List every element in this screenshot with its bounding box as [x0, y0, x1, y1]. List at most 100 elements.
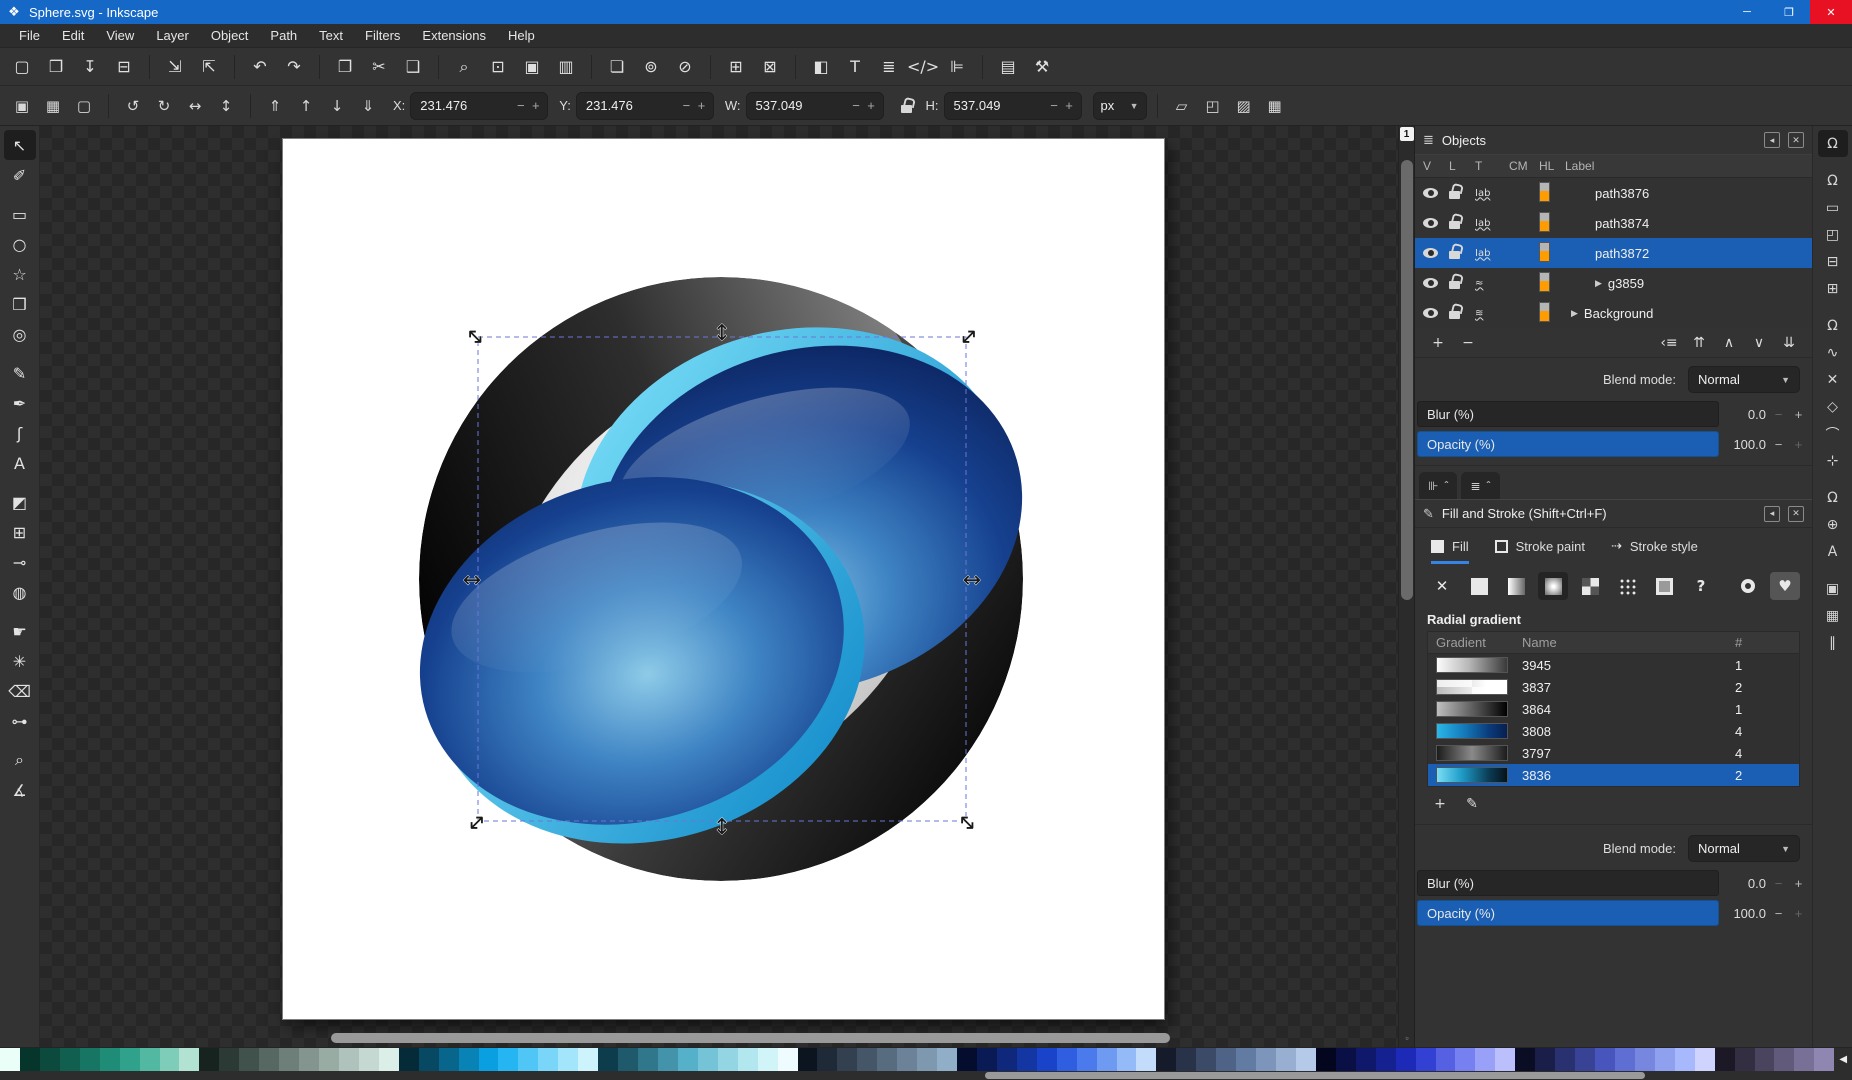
snap-bounding-box-button[interactable]: Ω — [1818, 167, 1848, 194]
document-properties-button[interactable]: ▤ — [992, 52, 1024, 82]
object-label-cell[interactable]: path3876 — [1565, 178, 1812, 208]
menu-filters[interactable]: Filters — [354, 24, 411, 48]
close-button[interactable]: ✕ — [1810, 0, 1852, 24]
zoom-tool[interactable]: ⌕ — [4, 745, 36, 775]
palette-swatch-56[interactable] — [1117, 1048, 1137, 1071]
add-object-button[interactable]: + — [1425, 331, 1451, 355]
node-tool[interactable]: ✐ — [4, 160, 36, 190]
tab-stroke-style[interactable]: ⇢Stroke style — [1611, 538, 1698, 564]
visibility-toggle-icon[interactable] — [1423, 246, 1449, 261]
undock-panel-icon[interactable]: ◂ — [1764, 506, 1780, 522]
x-decrement-button[interactable]: − — [513, 98, 528, 113]
palette-swatch-35[interactable] — [698, 1048, 718, 1071]
palette-swatch-84[interactable] — [1675, 1048, 1695, 1071]
cut-button[interactable]: ✂ — [363, 52, 395, 82]
palette-swatch-27[interactable] — [538, 1048, 558, 1071]
w-input[interactable]: 537.049 − + — [746, 92, 884, 120]
palette-swatch-26[interactable] — [518, 1048, 538, 1071]
spiral-tool[interactable]: ◎ — [4, 319, 36, 349]
align-distribute-tab[interactable]: ⊪ˆ — [1419, 472, 1457, 499]
palette-scroll-left-icon[interactable]: ◀ — [1834, 1048, 1852, 1071]
remove-object-button[interactable]: − — [1455, 331, 1481, 355]
palette-swatch-6[interactable] — [120, 1048, 140, 1071]
fill-rule-nonzero-button[interactable]: ♥ — [1770, 572, 1800, 600]
zoom-page-button[interactable]: ▣ — [516, 52, 548, 82]
snap-grids-button[interactable]: ▦ — [1818, 602, 1848, 629]
text-dialog-button[interactable]: T — [839, 52, 871, 82]
document-page[interactable]: ↔ ↔ ↔ ↔ ↕ ↕ ↔ ↔ — [283, 139, 1164, 1019]
menu-text[interactable]: Text — [308, 24, 354, 48]
palette-swatch-1[interactable] — [20, 1048, 40, 1071]
palette-swatch-37[interactable] — [738, 1048, 758, 1071]
save-document-button[interactable]: ↧ — [74, 52, 106, 82]
h-decrement-button[interactable]: − — [1047, 98, 1062, 113]
palette-swatch-16[interactable] — [319, 1048, 339, 1071]
palette-swatch-18[interactable] — [359, 1048, 379, 1071]
palette-swatch-72[interactable] — [1436, 1048, 1456, 1071]
import-document-button[interactable]: ⇲ — [159, 52, 191, 82]
palette-swatch-3[interactable] — [60, 1048, 80, 1071]
snap-bbox-edges-button[interactable]: ▭ — [1818, 194, 1848, 221]
snap-bbox-edge-midpoints-button[interactable]: ⊟ — [1818, 248, 1848, 275]
palette-swatch-79[interactable] — [1575, 1048, 1595, 1071]
y-decrement-button[interactable]: − — [679, 98, 694, 113]
palette-swatch-74[interactable] — [1475, 1048, 1495, 1071]
group-objects-button[interactable]: ⊞ — [720, 52, 752, 82]
lock-toggle-icon[interactable] — [1449, 274, 1475, 292]
fill-stroke-dialog-button[interactable]: ◧ — [805, 52, 837, 82]
fill-rule-evenodd-button[interactable] — [1733, 572, 1763, 600]
palette-swatch-5[interactable] — [100, 1048, 120, 1071]
palette-swatch-17[interactable] — [339, 1048, 359, 1071]
palette-swatch-8[interactable] — [160, 1048, 180, 1071]
snap-smooth-nodes-button[interactable]: ⌒ — [1818, 420, 1848, 447]
gradient-row[interactable]: 38641 — [1428, 698, 1799, 720]
move-to-top-button[interactable]: ⇈ — [1686, 331, 1712, 355]
blur-slider[interactable]: Blur (%) — [1417, 401, 1719, 427]
palette-swatch-9[interactable] — [179, 1048, 199, 1071]
palette-swatch-58[interactable] — [1156, 1048, 1176, 1071]
highlight-color-cell[interactable] — [1539, 212, 1565, 235]
gradient-row[interactable]: 37974 — [1428, 742, 1799, 764]
palette-swatch-46[interactable] — [917, 1048, 937, 1071]
y-increment-button[interactable]: + — [694, 98, 709, 113]
menu-edit[interactable]: Edit — [51, 24, 95, 48]
menu-view[interactable]: View — [95, 24, 145, 48]
highlight-color-cell[interactable] — [1539, 302, 1565, 325]
palette-swatch-60[interactable] — [1196, 1048, 1216, 1071]
snap-rotation-center-button[interactable]: ⊕ — [1818, 511, 1848, 538]
palette-swatch-66[interactable] — [1316, 1048, 1336, 1071]
palette-swatch-73[interactable] — [1455, 1048, 1475, 1071]
palette-swatch-75[interactable] — [1495, 1048, 1515, 1071]
opacity-decrement-button[interactable]: − — [1771, 437, 1786, 452]
palette-swatch-53[interactable] — [1057, 1048, 1077, 1071]
move-to-bottom-button[interactable]: ⇊ — [1776, 331, 1802, 355]
horizontal-scrollbar[interactable] — [40, 1033, 1398, 1045]
expander-icon[interactable]: ▶ — [1595, 278, 1602, 289]
palette-swatch-24[interactable] — [479, 1048, 499, 1071]
duplicate-button[interactable]: ❏ — [601, 52, 633, 82]
lock-ratio-icon[interactable] — [893, 92, 921, 120]
palette-swatch-12[interactable] — [239, 1048, 259, 1071]
sticky-zoom-button[interactable]: ▫ — [1400, 1031, 1414, 1045]
zoom-selection-button[interactable]: ⌕ — [448, 52, 480, 82]
text-tool[interactable]: A — [4, 448, 36, 478]
rotate-cw-button[interactable]: ↻ — [150, 92, 178, 120]
blur-decrement-button[interactable]: − — [1771, 407, 1786, 422]
ungroup-objects-button[interactable]: ⊠ — [754, 52, 786, 82]
select-all-button[interactable]: ▣ — [8, 92, 36, 120]
y-input[interactable]: 231.476 − + — [576, 92, 714, 120]
objects-list-tab[interactable]: ≣ˆ — [1461, 472, 1499, 499]
opacity-slider[interactable]: Opacity (%) — [1417, 431, 1719, 457]
palette-swatch-78[interactable] — [1555, 1048, 1575, 1071]
palette-swatch-25[interactable] — [498, 1048, 518, 1071]
paint-unknown-button[interactable]: ? — [1686, 572, 1716, 600]
rotate-ccw-button[interactable]: ↺ — [119, 92, 147, 120]
lower-button[interactable]: ↓ — [323, 92, 351, 120]
lock-toggle-icon[interactable] — [1449, 214, 1475, 232]
object-label-cell[interactable]: path3872 — [1565, 238, 1812, 268]
star-tool[interactable]: ☆ — [4, 259, 36, 289]
palette-swatch-19[interactable] — [379, 1048, 399, 1071]
w-decrement-button[interactable]: − — [849, 98, 864, 113]
paint-radial-gradient-button[interactable] — [1538, 572, 1568, 600]
visibility-toggle-icon[interactable] — [1423, 216, 1449, 231]
